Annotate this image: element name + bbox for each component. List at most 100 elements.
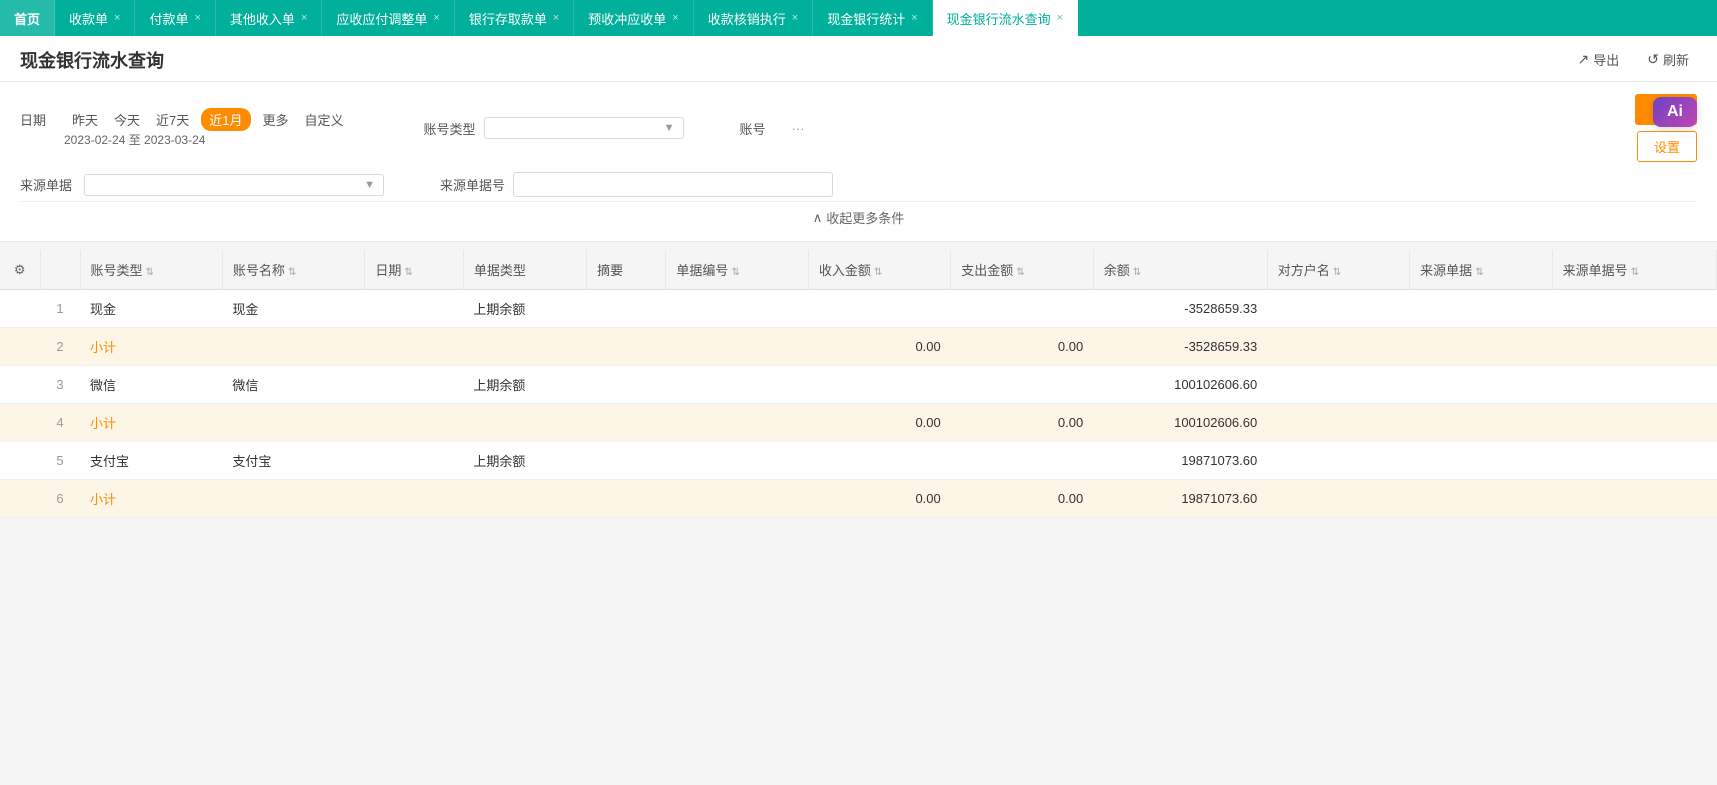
nav-tab-预收冲应收单[interactable]: 预收冲应收单×: [574, 0, 693, 36]
td-balance: 100102606.60: [1093, 366, 1267, 404]
main-table: ⚙账号类型⇅账号名称⇅日期⇅单据类型摘要单据编号⇅收入金额⇅支出金额⇅余额⇅对方…: [0, 250, 1717, 518]
td-index: 3: [40, 366, 80, 404]
account-group: 账号 ···: [740, 119, 805, 138]
td-index: 1: [40, 290, 80, 328]
td-account_name: [222, 404, 364, 442]
close-icon[interactable]: ×: [553, 12, 559, 24]
nav-tab-银行存取款单[interactable]: 银行存取款单×: [455, 0, 574, 36]
td-gear: [0, 480, 40, 518]
sort-icon: ⇅: [1475, 267, 1483, 278]
sort-icon: ⇅: [1133, 267, 1141, 278]
table-row: 3微信微信上期余额100102606.60: [0, 366, 1717, 404]
sort-icon: ⇅: [288, 267, 296, 278]
nav-home-label: 首页: [14, 9, 40, 28]
td-date: [365, 290, 464, 328]
td-counterpart: [1267, 404, 1409, 442]
refresh-icon: ↺: [1647, 51, 1659, 68]
td-summary: [587, 442, 666, 480]
td-index: 4: [40, 404, 80, 442]
td-source_doc_no: [1552, 290, 1716, 328]
td-doc_no: [666, 290, 808, 328]
source-doc-label: 来源单据: [20, 175, 76, 194]
th-source_doc_no[interactable]: 来源单据号⇅: [1552, 250, 1716, 290]
td-source_doc_no: [1552, 442, 1716, 480]
account-type-label: 账号类型: [424, 119, 476, 138]
nav-tab-收款核销执行[interactable]: 收款核销执行×: [694, 0, 813, 36]
account-type-select[interactable]: ▼: [484, 117, 684, 139]
filter-area: 日期 昨天今天近7天近1月更多自定义 2023-02-24 至 2023-03-…: [0, 82, 1717, 242]
date-group: 日期 昨天今天近7天近1月更多自定义 2023-02-24 至 2023-03-…: [20, 108, 348, 148]
nav-tab-其他收入单[interactable]: 其他收入单×: [216, 0, 322, 36]
close-icon[interactable]: ×: [792, 12, 798, 24]
close-icon[interactable]: ×: [194, 12, 200, 24]
source-doc-num-input[interactable]: [513, 172, 833, 197]
th-expense[interactable]: 支出金额⇅: [951, 250, 1093, 290]
sort-icon: ⇅: [404, 267, 412, 278]
nav-tab-付款单[interactable]: 付款单×: [135, 0, 215, 36]
td-account_name: 现金: [222, 290, 364, 328]
export-button[interactable]: ↗ 导出: [1570, 46, 1628, 73]
td-account_name: 微信: [222, 366, 364, 404]
close-icon[interactable]: ×: [114, 12, 120, 24]
nav-tab-现金银行统计[interactable]: 现金银行统计×: [813, 0, 932, 36]
td-expense: 0.00: [951, 328, 1093, 366]
ai-label: Ai: [1667, 103, 1683, 120]
close-icon[interactable]: ×: [433, 12, 439, 24]
th-balance[interactable]: 余额⇅: [1093, 250, 1267, 290]
more-icon[interactable]: ···: [792, 121, 805, 136]
th-account_type[interactable]: 账号类型⇅: [80, 250, 222, 290]
nav-home[interactable]: 首页: [0, 0, 55, 36]
td-account_type: 支付宝: [80, 442, 222, 480]
th-source_doc[interactable]: 来源单据⇅: [1410, 250, 1552, 290]
td-account_type: 微信: [80, 366, 222, 404]
settings-button[interactable]: 设置: [1637, 131, 1697, 162]
ai-badge[interactable]: Ai: [1653, 97, 1697, 127]
nav-tab-现金银行流水查询[interactable]: 现金银行流水查询×: [933, 0, 1078, 36]
td-source_doc: [1410, 480, 1552, 518]
close-icon[interactable]: ×: [301, 12, 307, 24]
sort-icon: ⇅: [1333, 267, 1341, 278]
close-icon[interactable]: ×: [911, 12, 917, 24]
th-income[interactable]: 收入金额⇅: [808, 250, 950, 290]
date-option-近7天[interactable]: 近7天: [152, 108, 193, 131]
td-balance: 100102606.60: [1093, 404, 1267, 442]
close-icon[interactable]: ×: [1057, 12, 1063, 24]
td-account_name: [222, 328, 364, 366]
sort-icon: ⇅: [731, 267, 739, 278]
nav-tab-应收应付调整单[interactable]: 应收应付调整单×: [322, 0, 454, 36]
th-date[interactable]: 日期⇅: [365, 250, 464, 290]
td-counterpart: [1267, 366, 1409, 404]
source-doc-num-group: 来源单据号: [440, 172, 833, 197]
td-index: 2: [40, 328, 80, 366]
refresh-button[interactable]: ↺ 刷新: [1639, 46, 1697, 73]
date-option-更多[interactable]: 更多: [259, 108, 293, 131]
th-counterpart[interactable]: 对方户名⇅: [1267, 250, 1409, 290]
th-doc_type: 单据类型: [463, 250, 586, 290]
close-icon[interactable]: ×: [672, 12, 678, 24]
date-option-自定义[interactable]: 自定义: [301, 108, 348, 131]
th-account_name[interactable]: 账号名称⇅: [222, 250, 364, 290]
nav-tab-收款单[interactable]: 收款单×: [55, 0, 135, 36]
table-row: 5支付宝支付宝上期余额19871073.60: [0, 442, 1717, 480]
td-gear: [0, 404, 40, 442]
td-index: 6: [40, 480, 80, 518]
td-account_type: 小计: [80, 480, 222, 518]
td-source_doc_no: [1552, 366, 1716, 404]
table-header: ⚙账号类型⇅账号名称⇅日期⇅单据类型摘要单据编号⇅收入金额⇅支出金额⇅余额⇅对方…: [0, 250, 1717, 290]
td-income: 0.00: [808, 404, 950, 442]
td-account_type: 现金: [80, 290, 222, 328]
date-option-今天[interactable]: 今天: [110, 108, 144, 131]
td-summary: [587, 328, 666, 366]
table-area: ⚙账号类型⇅账号名称⇅日期⇅单据类型摘要单据编号⇅收入金额⇅支出金额⇅余额⇅对方…: [0, 250, 1717, 518]
td-expense: [951, 442, 1093, 480]
td-expense: 0.00: [951, 480, 1093, 518]
td-counterpart: [1267, 290, 1409, 328]
td-summary: [587, 480, 666, 518]
source-doc-select[interactable]: ▼: [84, 174, 384, 196]
date-range: 2023-02-24 至 2023-03-24: [64, 131, 348, 148]
date-option-近1月[interactable]: 近1月: [201, 108, 250, 131]
date-option-昨天[interactable]: 昨天: [68, 108, 102, 131]
th-doc_no[interactable]: 单据编号⇅: [666, 250, 808, 290]
td-doc_type: [463, 480, 586, 518]
collapse-row[interactable]: ∧ 收起更多条件: [20, 201, 1697, 231]
